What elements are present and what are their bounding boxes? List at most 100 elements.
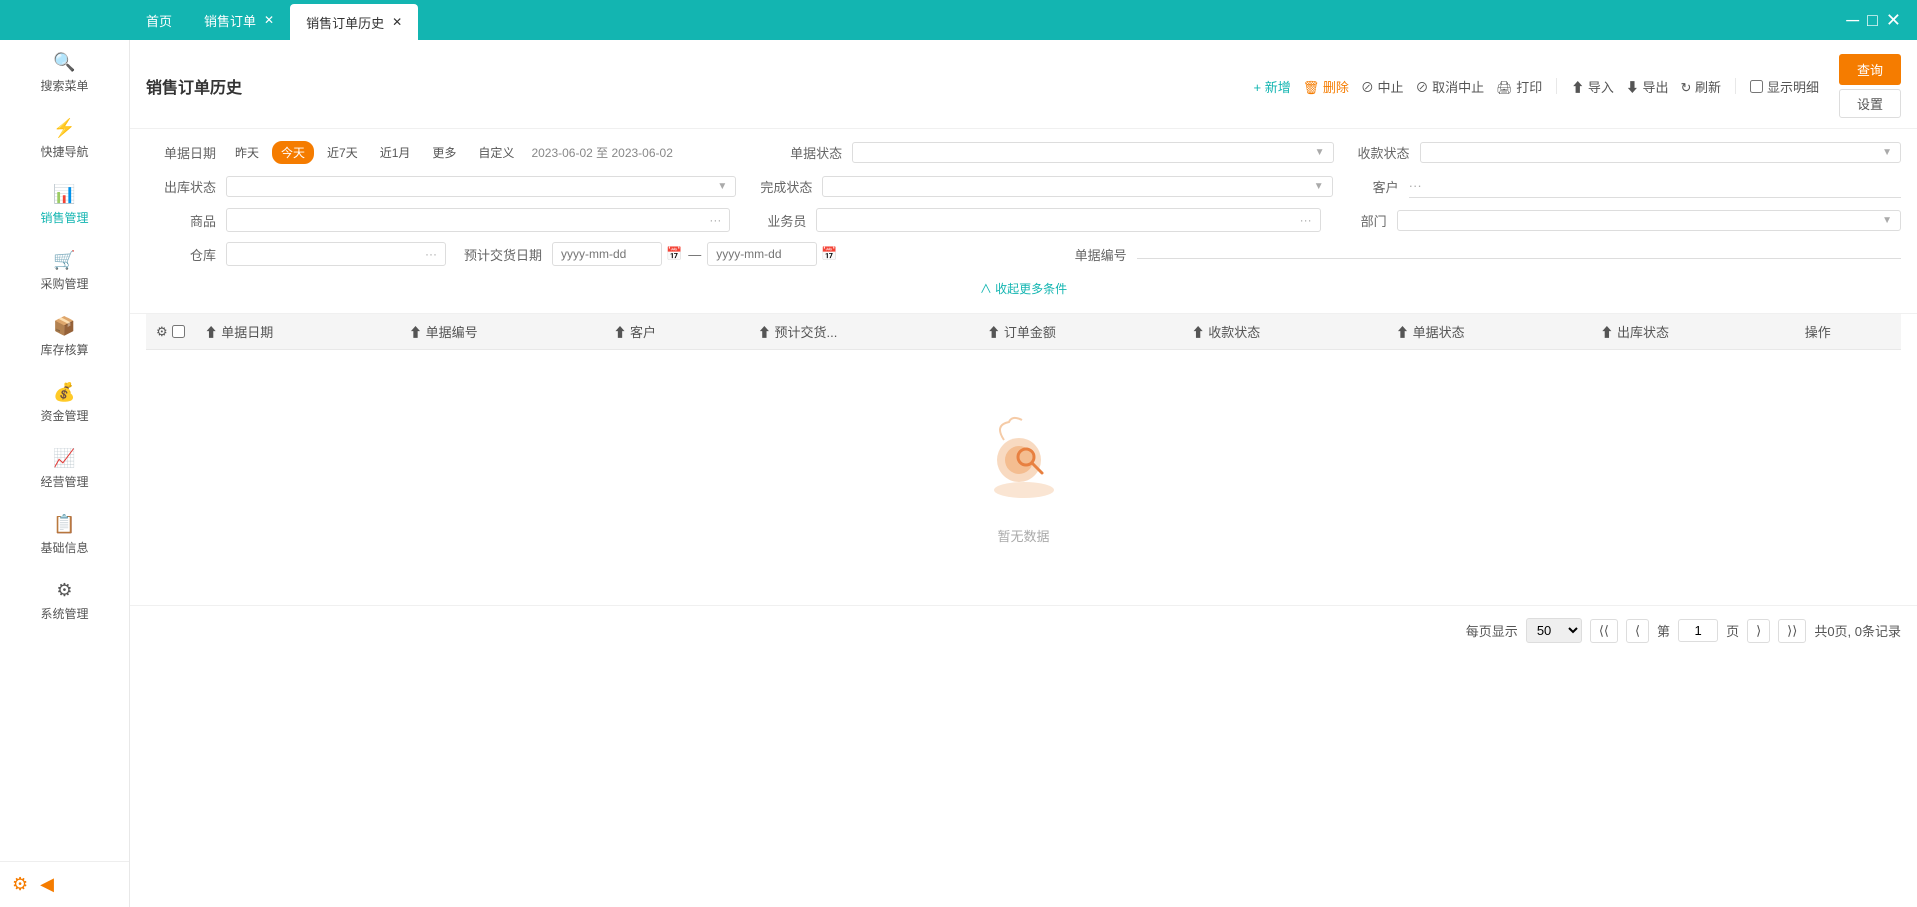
sidebar-item-finance[interactable]: 💰 资金管理 (0, 370, 129, 436)
complete-status-label: 完成状态 (752, 177, 822, 196)
expected-date-end[interactable] (707, 242, 817, 266)
display-detail-input[interactable] (1750, 80, 1763, 93)
filter-area: 单据日期 昨天 今天 近7天 近1月 更多 自定义 2023-06-02 至 2… (130, 129, 1917, 314)
date-btn-1month[interactable]: 近1月 (371, 141, 420, 164)
inventory-icon: 📦 (53, 316, 75, 337)
divider2 (1735, 78, 1736, 94)
header-date: ⬆ 单据日期 (195, 314, 399, 350)
filter-row-4: 仓库 ··· 预计交货日期 📅 — 📅 单据编号 (146, 242, 1901, 266)
delivery-arrow: ▼ (717, 181, 727, 192)
table-header-row: ⚙ ⬆ 单据日期 ⬆ 单据编号 ⬆ 客户 (146, 314, 1901, 350)
doc-number-field[interactable] (1137, 250, 1901, 259)
calendar-end-icon[interactable]: 📅 (821, 246, 837, 262)
complete-arrow: ▼ (1314, 181, 1324, 192)
refresh-button[interactable]: ↻ 刷新 (1680, 77, 1721, 96)
date-separator: — (688, 247, 701, 262)
search-icon: 🔍 (53, 52, 75, 73)
order-status-arrow: ▼ (1315, 147, 1325, 158)
sidebar-item-operations[interactable]: 📈 经营管理 (0, 436, 129, 502)
import-button[interactable]: ⬆ 导入 (1571, 77, 1614, 96)
close-btn[interactable]: ✕ (1886, 10, 1901, 31)
settings-button[interactable]: 设置 (1839, 89, 1901, 118)
page-label: 第 (1657, 621, 1670, 640)
export-button[interactable]: ⬇ 导出 (1626, 77, 1669, 96)
page-title: 销售订单历史 (146, 74, 242, 98)
header-order-amount: ⬆ 订单金额 (977, 314, 1181, 350)
table-area: ⚙ ⬆ 单据日期 ⬆ 单据编号 ⬆ 客户 (130, 314, 1917, 605)
tab-sales-order[interactable]: 销售订单 ✕ (188, 0, 290, 40)
divider1 (1556, 78, 1557, 94)
query-button[interactable]: 查询 (1839, 54, 1901, 85)
sidebar-item-quick-nav[interactable]: ⚡ 快捷导航 (0, 106, 129, 172)
sidebar-item-system[interactable]: ⚙ 系统管理 (0, 568, 129, 634)
expected-date-start[interactable] (552, 242, 662, 266)
first-page-btn[interactable]: ⟨⟨ (1590, 619, 1618, 643)
date-btn-custom[interactable]: 自定义 (469, 141, 523, 164)
empty-text: 暂无数据 (997, 526, 1049, 545)
delivery-status-label: 出库状态 (146, 177, 226, 196)
delete-button[interactable]: 🗑 删除 (1303, 77, 1349, 96)
print-button[interactable]: 🖨 打印 (1496, 77, 1542, 96)
date-range-text: 2023-06-02 至 2023-06-02 (531, 144, 672, 161)
date-btn-more[interactable]: 更多 (423, 141, 465, 164)
complete-status-select[interactable]: ▼ (822, 176, 1332, 197)
system-icon: ⚙ (56, 580, 72, 601)
table-settings-icon[interactable]: ⚙ (156, 324, 168, 340)
header-customer: ⬆ 客户 (603, 314, 747, 350)
tab-home[interactable]: 首页 (130, 0, 188, 40)
header-expected-delivery: ⬆ 预计交货... (748, 314, 977, 350)
department-arrow: ▼ (1882, 215, 1892, 226)
delivery-status-select[interactable]: ▼ (226, 176, 736, 197)
total-text: 共0页, 0条记录 (1814, 621, 1901, 640)
sidebar-settings-icon[interactable]: ⚙ (12, 874, 28, 895)
stop-button[interactable]: ⊘ 中止 (1361, 77, 1404, 96)
doc-number-label: 单据编号 (1067, 245, 1137, 264)
page-number-input[interactable] (1678, 619, 1718, 642)
sales-icon: 📊 (53, 184, 75, 205)
collapse-filter-btn[interactable]: ∧ 收起更多条件 (146, 276, 1901, 301)
sidebar-item-inventory[interactable]: 📦 库存核算 (0, 304, 129, 370)
minimize-btn[interactable]: ─ (1846, 10, 1859, 31)
display-detail-checkbox[interactable]: 显示明细 (1750, 77, 1819, 96)
new-button[interactable]: + 新增 (1253, 77, 1290, 96)
calendar-start-icon[interactable]: 📅 (666, 246, 682, 262)
date-btn-7days[interactable]: 近7天 (318, 141, 367, 164)
per-page-select[interactable]: 50 10 20 100 (1526, 618, 1582, 643)
maximize-btn[interactable]: □ (1867, 10, 1878, 31)
pagination: 每页显示 50 10 20 100 ⟨⟨ ⟨ 第 页 ⟩ ⟩⟩ 共0页, 0条记… (130, 605, 1917, 655)
close-tab-sales-order[interactable]: ✕ (264, 13, 274, 27)
purchase-icon: 🛒 (53, 250, 75, 271)
date-label: 单据日期 (146, 143, 226, 162)
sidebar-item-sales[interactable]: 📊 销售管理 (0, 172, 129, 238)
salesperson-field[interactable]: ··· (816, 208, 1320, 232)
toolbar: + 新增 🗑 删除 ⊘ 中止 ⊘ 取消中止 🖨 打印 ⬆ 导入 ⬇ 导出 ↻ 刷… (1253, 54, 1901, 118)
payment-status-select[interactable]: ▼ (1420, 142, 1901, 163)
basic-info-icon: 📋 (53, 514, 75, 535)
order-status-select[interactable]: ▼ (852, 142, 1333, 163)
prev-page-btn[interactable]: ⟨ (1626, 619, 1649, 643)
last-page-btn[interactable]: ⟩⟩ (1778, 619, 1806, 643)
cancel-stop-button[interactable]: ⊘ 取消中止 (1415, 77, 1484, 96)
goods-dots: ··· (709, 213, 721, 227)
close-tab-sales-order-history[interactable]: ✕ (392, 15, 402, 29)
goods-field[interactable]: ··· (226, 208, 730, 232)
department-select[interactable]: ▼ (1397, 210, 1901, 231)
next-page-btn[interactable]: ⟩ (1747, 619, 1770, 643)
sidebar-collapse-icon[interactable]: ◀ (40, 874, 54, 895)
goods-label: 商品 (146, 211, 226, 230)
header-order-status: ⬆ 单据状态 (1386, 314, 1590, 350)
warehouse-field[interactable]: ··· (226, 242, 446, 266)
customer-field[interactable]: ··· (1409, 174, 1901, 198)
select-all-checkbox[interactable] (172, 325, 185, 338)
date-btn-today[interactable]: 今天 (272, 141, 314, 164)
header-checkbox-cell: ⚙ (146, 314, 195, 350)
data-table: ⚙ ⬆ 单据日期 ⬆ 单据编号 ⬆ 客户 (146, 314, 1901, 350)
sidebar-item-purchase[interactable]: 🛒 采购管理 (0, 238, 129, 304)
date-btn-yesterday[interactable]: 昨天 (226, 141, 268, 164)
empty-state: 暂无数据 (146, 350, 1901, 605)
sidebar-item-search[interactable]: 🔍 搜索菜单 (0, 40, 129, 106)
finance-icon: 💰 (53, 382, 75, 403)
tab-sales-order-history[interactable]: 销售订单历史 ✕ (290, 4, 418, 40)
header-action: 操作 (1795, 314, 1901, 350)
sidebar-item-basic-info[interactable]: 📋 基础信息 (0, 502, 129, 568)
